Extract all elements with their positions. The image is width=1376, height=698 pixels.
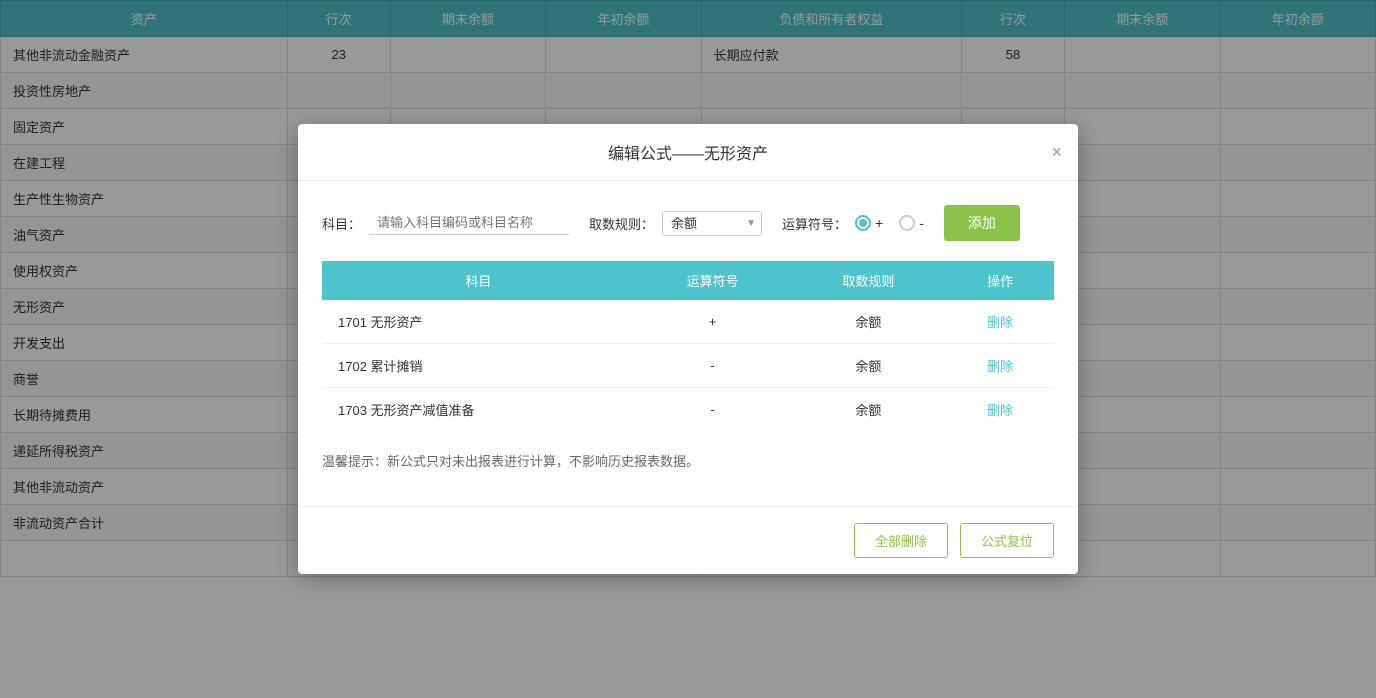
close-button[interactable]: × — [1051, 143, 1062, 161]
modal-title: 编辑公式——无形资产 — [608, 140, 768, 164]
rule-cell: 余额 — [791, 388, 947, 432]
modal-header: 编辑公式——无形资产 × — [298, 124, 1078, 181]
action-cell: 删除 — [946, 344, 1054, 388]
operator-cell: - — [635, 388, 791, 432]
formula-table: 科目运算符号取数规则操作 1701 无形资产+余额删除1702 累计摊销-余额删… — [322, 261, 1054, 431]
warning-text: 温馨提示：新公式只对未出报表进行计算，不影响历史报表数据。 — [322, 451, 1054, 470]
subject-label: 科目： — [322, 214, 361, 233]
radio-group: + - — [855, 215, 924, 231]
subject-cell: 1702 累计摊销 — [322, 344, 635, 388]
radio-minus[interactable]: - — [899, 215, 924, 231]
radio-plus[interactable]: + — [855, 215, 883, 231]
radio-plus-circle — [855, 215, 871, 231]
rule-select[interactable]: 余额 借方 贷方 借方发生额 贷方发生额 — [662, 211, 762, 236]
subject-cell: 1703 无形资产减值准备 — [322, 388, 635, 432]
modal-overlay: 编辑公式——无形资产 × 科目： 取数规则： 余额 借方 贷方 — [0, 0, 1376, 698]
operator-group: 运算符号： + - — [782, 214, 924, 233]
action-cell: 删除 — [946, 300, 1054, 344]
action-cell: 删除 — [946, 388, 1054, 432]
modal-body: 科目： 取数规则： 余额 借方 贷方 借方发生额 贷方发生额 ▼ — [298, 181, 1078, 506]
edit-formula-modal: 编辑公式——无形资产 × 科目： 取数规则： 余额 借方 贷方 — [298, 124, 1078, 574]
reset-button[interactable]: 公式复位 — [960, 523, 1054, 558]
delete-link[interactable]: 删除 — [987, 359, 1013, 374]
rule-cell: 余额 — [791, 300, 947, 344]
rule-label: 取数规则： — [589, 214, 654, 233]
rule-select-wrapper: 余额 借方 贷方 借方发生额 贷方发生额 ▼ — [662, 211, 762, 236]
subject-group: 科目： — [322, 211, 569, 235]
operator-cell: - — [635, 344, 791, 388]
delete-link[interactable]: 删除 — [987, 315, 1013, 330]
radio-plus-label: + — [875, 215, 883, 231]
delete-link[interactable]: 删除 — [987, 403, 1013, 418]
radio-minus-label: - — [919, 215, 924, 231]
radio-minus-circle — [899, 215, 915, 231]
operator-label: 运算符号： — [782, 214, 847, 233]
form-row: 科目： 取数规则： 余额 借方 贷方 借方发生额 贷方发生额 ▼ — [322, 205, 1054, 241]
modal-footer: 全部删除 公式复位 — [298, 506, 1078, 574]
rule-cell: 余额 — [791, 344, 947, 388]
operator-cell: + — [635, 300, 791, 344]
delete-all-button[interactable]: 全部删除 — [854, 523, 948, 558]
subject-input[interactable] — [369, 211, 569, 235]
add-button[interactable]: 添加 — [944, 205, 1020, 241]
subject-cell: 1701 无形资产 — [322, 300, 635, 344]
rule-group: 取数规则： 余额 借方 贷方 借方发生额 贷方发生额 ▼ — [589, 211, 762, 236]
table-row: 1701 无形资产+余额 删除 — [322, 300, 1054, 344]
table-row: 1702 累计摊销-余额 删除 — [322, 344, 1054, 388]
table-row: 1703 无形资产减值准备-余额 删除 — [322, 388, 1054, 432]
